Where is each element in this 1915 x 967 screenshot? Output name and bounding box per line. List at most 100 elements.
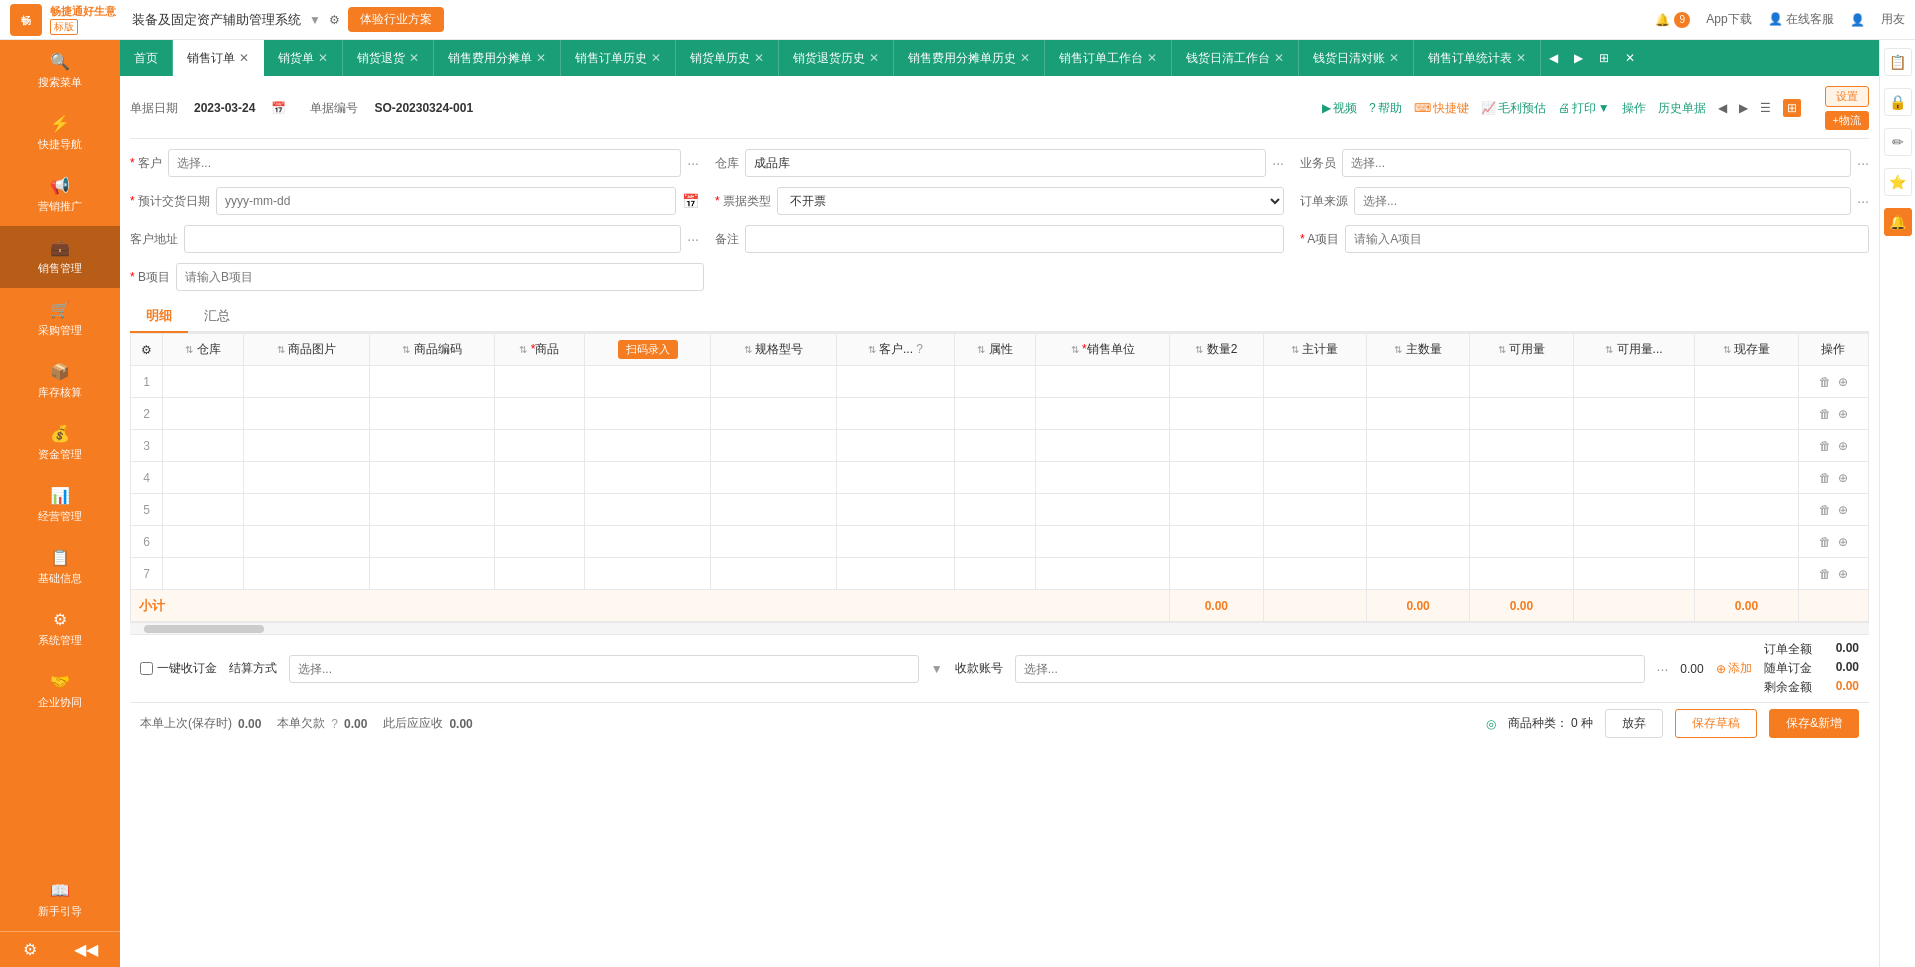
tab-close-icon[interactable]: ✕ [651,51,661,65]
delete-row-icon[interactable]: 🗑 [1819,503,1831,517]
remark-input[interactable] [745,225,1284,253]
settings-gear-icon[interactable]: ⚙ [329,13,340,27]
tab-close-icon[interactable]: ✕ [1020,51,1030,65]
copy-row-icon[interactable]: ⊕ [1838,375,1848,389]
tab-expand-btn[interactable]: ⊞ [1591,40,1617,76]
save-new-btn[interactable]: 保存&新增 [1769,709,1859,738]
help-link[interactable]: ? 帮助 [1369,100,1402,117]
row-code[interactable] [369,366,494,398]
row-customer-code[interactable] [836,366,954,398]
tab-close-icon[interactable]: ✕ [754,51,764,65]
help-circle-icon[interactable]: ? [916,342,923,356]
shortcut-link[interactable]: ⌨ 快捷键 [1414,100,1469,117]
col-settings[interactable]: ⚙ [131,334,163,366]
right-icon-edit[interactable]: ✏ [1884,128,1912,156]
operation-link[interactable]: 操作 [1622,100,1646,117]
tab-order-report[interactable]: 销售订单统计表 ✕ [1414,40,1541,76]
view-link[interactable]: ▶ 视频 [1322,100,1357,117]
tab-sales-bill[interactable]: 销货单 ✕ [264,40,343,76]
row-available[interactable] [1470,366,1573,398]
project-a-input[interactable] [1345,225,1869,253]
profit-link[interactable]: 📈 毛利预估 [1481,100,1546,117]
settlement-input[interactable] [289,655,919,683]
sidebar-item-inventory[interactable]: 📦 库存核算 [0,350,120,412]
delete-row-icon[interactable]: 🗑 [1819,471,1831,485]
scroll-bar[interactable] [130,622,1869,634]
row-attribute[interactable] [954,366,1035,398]
delete-row-icon[interactable]: 🗑 [1819,375,1831,389]
print-dropdown-icon[interactable]: ▼ [1598,101,1610,115]
order-source-ellipsis-icon[interactable]: ··· [1857,193,1869,209]
sidebar-item-operations[interactable]: 📊 经营管理 [0,474,120,536]
history-link[interactable]: 历史单据 [1658,100,1706,117]
tab-close-icon[interactable]: ✕ [1389,51,1399,65]
copy-row-icon[interactable]: ⊕ [1838,407,1848,421]
list-view-icon[interactable]: ☰ [1760,101,1771,115]
tab-close-all-btn[interactable]: ✕ [1617,40,1643,76]
scroll-thumb[interactable] [144,625,264,633]
tab-close-icon[interactable]: ✕ [318,51,328,65]
tab-close-icon[interactable]: ✕ [409,51,419,65]
order-source-input[interactable] [1354,187,1851,215]
next-record-icon[interactable]: ▶ [1739,101,1748,115]
scan-btn[interactable]: 扫码录入 [618,340,678,359]
copy-row-icon[interactable]: ⊕ [1838,471,1848,485]
col-scan[interactable]: 扫码录入 [584,334,711,366]
right-icon-bell[interactable]: 🔔 [1884,208,1912,236]
right-icon-clipboard[interactable]: 📋 [1884,48,1912,76]
row-spec[interactable] [711,366,836,398]
sidebar-item-system[interactable]: ⚙ 系统管理 [0,598,120,660]
add-goods-btn[interactable]: +物流 [1825,111,1869,130]
sidebar-item-collab[interactable]: 🤝 企业协同 [0,660,120,722]
tab-prev-btn[interactable]: ◀ [1541,40,1566,76]
tab-bill-history[interactable]: 销货单历史 ✕ [676,40,779,76]
tab-cashflow-workbench[interactable]: 钱货日清工作台 ✕ [1172,40,1299,76]
row-stock[interactable] [1695,366,1798,398]
payment-checkbox[interactable] [140,662,153,675]
project-b-input[interactable] [176,263,704,291]
tab-close-icon[interactable]: ✕ [1147,51,1157,65]
tab-close-icon[interactable]: ✕ [239,51,249,65]
sidebar-item-guide[interactable]: 📖 新手引导 [0,869,120,931]
tab-return-history[interactable]: 销货退货历史 ✕ [779,40,894,76]
tab-sales-order[interactable]: 销售订单 ✕ [173,40,264,76]
tab-close-icon[interactable]: ✕ [1516,51,1526,65]
row-qty2[interactable] [1170,366,1264,398]
tab-order-workbench[interactable]: 销售订单工作台 ✕ [1045,40,1172,76]
sidebar-item-search[interactable]: 🔍 搜索菜单 [0,40,120,102]
grid-view-icon[interactable]: ⊞ [1783,99,1801,117]
tab-home[interactable]: 首页 [120,40,173,76]
sidebar-item-finance[interactable]: 💰 资金管理 [0,412,120,474]
tab-sales-return[interactable]: 销货退货 ✕ [343,40,434,76]
copy-row-icon[interactable]: ⊕ [1838,439,1848,453]
delete-row-icon[interactable]: 🗑 [1819,439,1831,453]
discard-btn[interactable]: 放弃 [1605,709,1663,738]
row-product[interactable] [495,366,585,398]
staff-input[interactable] [1342,149,1851,177]
row-main-qty[interactable] [1366,366,1469,398]
sidebar-item-marketing[interactable]: 📢 营销推广 [0,164,120,226]
tab-close-icon[interactable]: ✕ [1274,51,1284,65]
sidebar-settings-icon[interactable]: ⚙ [23,940,37,959]
row-image[interactable] [244,366,369,398]
row-warehouse[interactable] [163,366,244,398]
sidebar-collapse-icon[interactable]: ◀◀ [74,940,98,959]
tab-expense-history[interactable]: 销售费用分摊单历史 ✕ [894,40,1045,76]
copy-row-icon[interactable]: ⊕ [1838,503,1848,517]
prev-record-icon[interactable]: ◀ [1718,101,1727,115]
delete-row-icon[interactable]: 🗑 [1819,535,1831,549]
account-ellipsis-icon[interactable]: ··· [1657,661,1669,677]
online-service-link[interactable]: 👤 在线客服 [1768,11,1834,28]
calendar-small-icon[interactable]: 📅 [682,193,699,209]
sidebar-item-base[interactable]: 📋 基础信息 [0,536,120,598]
settings-btn[interactable]: 设置 [1825,86,1869,107]
delete-row-icon[interactable]: 🗑 [1819,567,1831,581]
copy-row-icon[interactable]: ⊕ [1838,535,1848,549]
column-settings-icon[interactable]: ⚙ [141,343,152,357]
app-download-link[interactable]: App下载 [1706,11,1751,28]
print-link[interactable]: 🖨 打印 ▼ [1558,100,1610,117]
save-draft-btn[interactable]: 保存草稿 [1675,709,1757,738]
right-icon-lock[interactable]: 🔒 [1884,88,1912,116]
row-unit[interactable] [1036,366,1170,398]
row-main-unit[interactable] [1263,366,1366,398]
